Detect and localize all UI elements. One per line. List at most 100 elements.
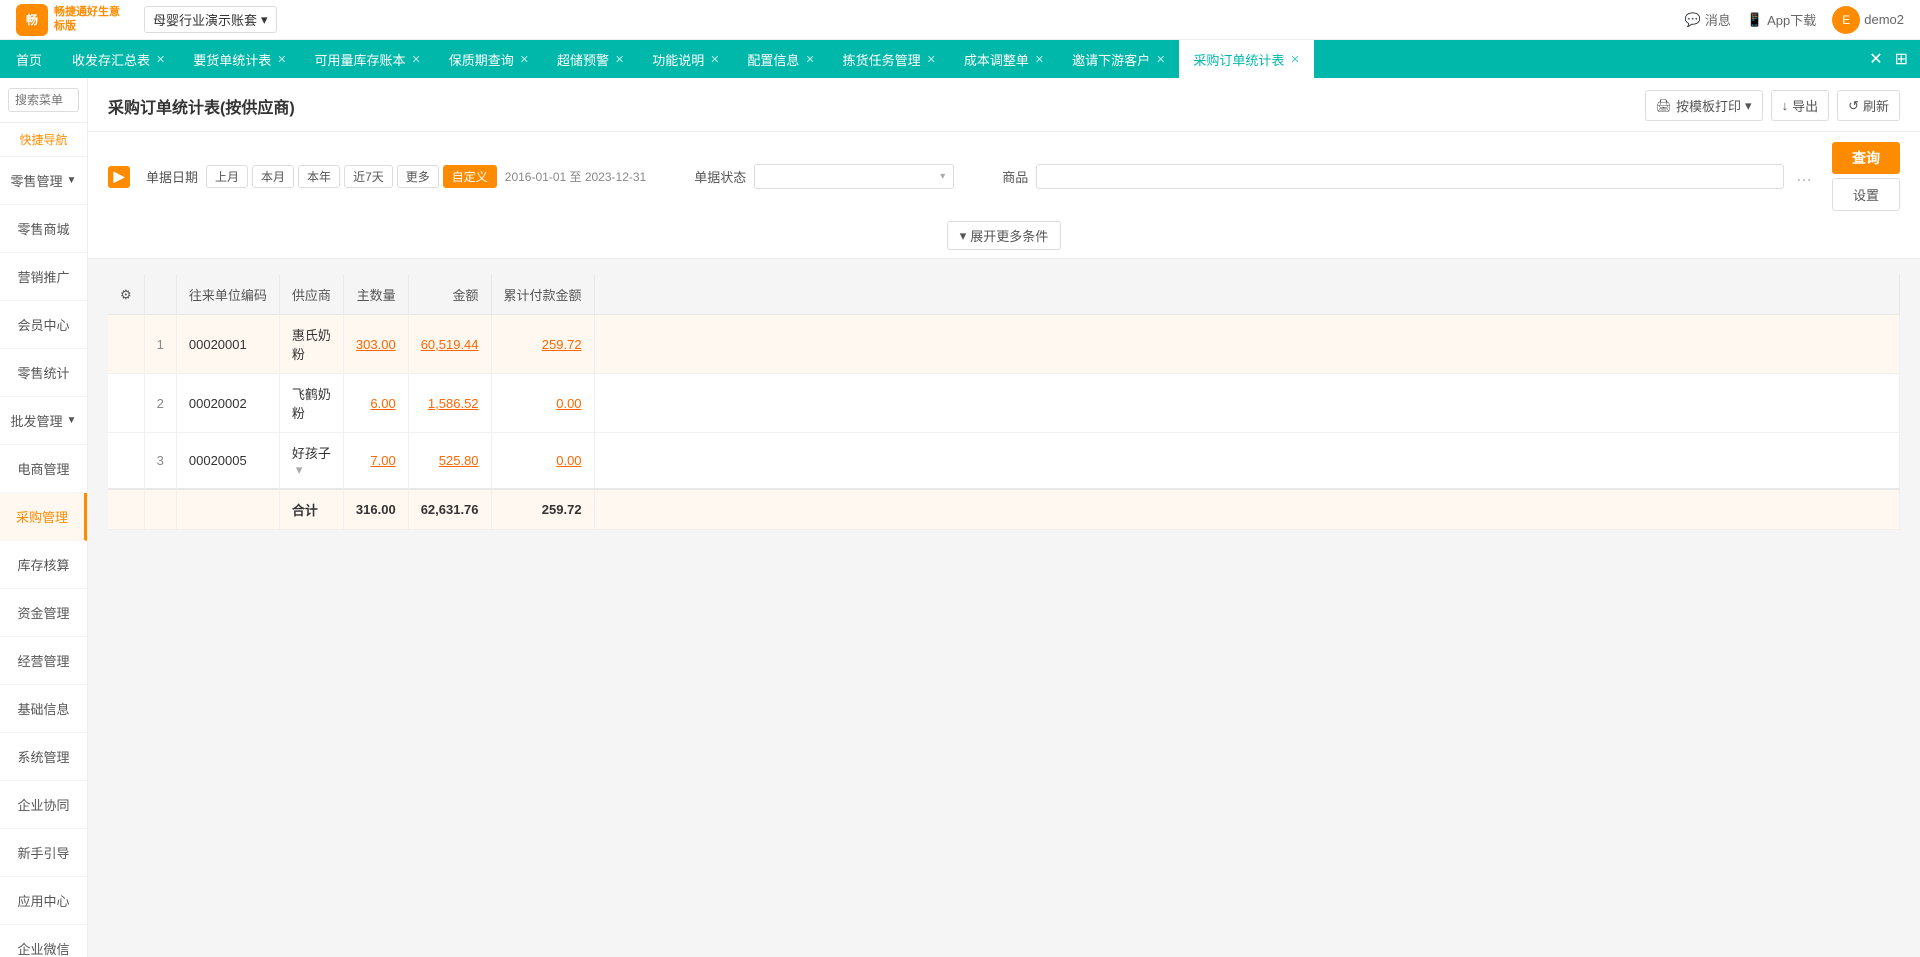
sidebar: 快捷导航 零售管理 ▼ 零售商城 营销推广 会员中心 零售统计 批发管理 ▼ 电… (0, 78, 88, 957)
status-select[interactable] (763, 169, 936, 184)
sidebar-item-retail-management[interactable]: 零售管理 ▼ (0, 157, 87, 205)
tab-invite-customer[interactable]: 邀请下游客户 ✕ (1058, 40, 1179, 78)
tab-expiry-query[interactable]: 保质期查询 ✕ (435, 40, 543, 78)
close-icon[interactable]: ✕ (615, 53, 624, 66)
qty-link-2[interactable]: 6.00 (370, 396, 395, 411)
sidebar-item-quick-nav[interactable]: 快捷导航 (0, 123, 87, 157)
nav-end-actions: ✕ ⊞ (1865, 45, 1920, 73)
row-amount-3[interactable]: 525.80 (408, 433, 491, 490)
date-shortcut-last-7-days[interactable]: 近7天 (344, 165, 393, 188)
nav-close-btn[interactable]: ✕ (1865, 45, 1886, 73)
sidebar-item-member-center[interactable]: 会员中心 (0, 301, 87, 349)
settings-icon[interactable]: ⚙ (120, 287, 132, 302)
settings-button[interactable]: 设置 (1832, 178, 1900, 211)
query-button[interactable]: 查询 (1832, 142, 1900, 174)
sidebar-item-operations[interactable]: 经营管理 (0, 637, 87, 685)
tab-function-desc[interactable]: 功能说明 ✕ (638, 40, 733, 78)
tab-cost-adjust[interactable]: 成本调整单 ✕ (950, 40, 1058, 78)
chevron-down-icon: ▼ (67, 415, 77, 426)
sidebar-item-basic-info[interactable]: 基础信息 (0, 685, 87, 733)
sidebar-item-marketing[interactable]: 营销推广 (0, 253, 87, 301)
message-button[interactable]: 💬 消息 (1685, 10, 1731, 29)
template-print-button[interactable]: 🖨 按模板打印 ▾ (1645, 90, 1763, 121)
row-qty-2[interactable]: 6.00 (343, 374, 408, 433)
close-icon[interactable]: ✕ (1156, 53, 1165, 66)
user-area[interactable]: E demo2 (1832, 6, 1904, 34)
expand-more-conditions-button[interactable]: ▾ 展开更多条件 (947, 221, 1062, 250)
sidebar-item-retail-stats[interactable]: 零售统计 (0, 349, 87, 397)
close-icon[interactable]: ✕ (805, 53, 814, 66)
date-shortcut-custom[interactable]: 自定义 (443, 165, 497, 188)
row-paid-2[interactable]: 0.00 (491, 374, 594, 433)
sidebar-item-stock-check[interactable]: 库存核算 (0, 541, 87, 589)
date-shortcut-more[interactable]: 更多 (397, 165, 439, 188)
goods-filter-group: 商品 … (1002, 164, 1816, 189)
close-icon[interactable]: ✕ (710, 53, 719, 66)
goods-input[interactable] (1036, 164, 1784, 189)
sidebar-item-app-center[interactable]: 应用中心 (0, 877, 87, 925)
table-footer: 合计 316.00 62,631.76 259.72 (108, 489, 1900, 530)
export-button[interactable]: ↓ 导出 (1771, 90, 1830, 121)
tab-home[interactable]: 首页 (0, 40, 58, 78)
column-header-extra (594, 275, 1899, 315)
row-paid-3[interactable]: 0.00 (491, 433, 594, 490)
footer-qty: 316.00 (343, 489, 408, 530)
status-filter-group: 单据状态 ▾ (694, 164, 954, 189)
row-paid-1[interactable]: 259.72 (491, 315, 594, 374)
qty-link-3[interactable]: 7.00 (370, 453, 395, 468)
expand-btn-label: 展开更多条件 (970, 226, 1048, 245)
row-qty-3[interactable]: 7.00 (343, 433, 408, 490)
row-supplier-3: 好孩子 ▾ (279, 433, 343, 490)
account-selector[interactable]: 母婴行业演示账套 ▾ (144, 6, 277, 33)
paid-link-3[interactable]: 0.00 (556, 453, 581, 468)
sidebar-item-ecommerce[interactable]: 电商管理 (0, 445, 87, 493)
sidebar-item-system-management[interactable]: 系统管理 (0, 733, 87, 781)
search-input[interactable] (8, 88, 79, 112)
table-row: 2 00020002 飞鹤奶粉 6.00 1,586.52 0.00 (108, 374, 1900, 433)
sidebar-item-enterprise-wechat[interactable]: 企业微信 (0, 925, 87, 957)
paid-link-2[interactable]: 0.00 (556, 396, 581, 411)
close-icon[interactable]: ✕ (412, 53, 421, 66)
nav-expand-btn[interactable]: ⊞ (1891, 45, 1912, 73)
tab-receipt-summary[interactable]: 收发存汇总表 ✕ (58, 40, 179, 78)
tab-purchase-order-stats[interactable]: 采购订单统计表 ✕ (1179, 40, 1313, 78)
tab-overstock-warning[interactable]: 超储预警 ✕ (543, 40, 638, 78)
qty-link-1[interactable]: 303.00 (356, 337, 396, 352)
main-layout: 快捷导航 零售管理 ▼ 零售商城 营销推广 会员中心 零售统计 批发管理 ▼ 电… (0, 78, 1920, 957)
amount-link-3[interactable]: 525.80 (439, 453, 479, 468)
sidebar-item-finance-management[interactable]: 资金管理 (0, 589, 87, 637)
filter-toggle-btn[interactable]: ▶ (108, 166, 130, 188)
sidebar-item-purchase-management[interactable]: 采购管理 (0, 493, 87, 541)
sidebar-item-wholesale-management[interactable]: 批发管理 ▼ (0, 397, 87, 445)
username-label: demo2 (1864, 12, 1904, 27)
close-icon[interactable]: ✕ (1035, 53, 1044, 66)
status-select-wrapper[interactable]: ▾ (754, 164, 954, 189)
tab-pick-task[interactable]: 拣货任务管理 ✕ (829, 40, 950, 78)
row-supplier-2: 飞鹤奶粉 (279, 374, 343, 433)
tab-config-info[interactable]: 配置信息 ✕ (733, 40, 828, 78)
sidebar-item-retail-mall[interactable]: 零售商城 (0, 205, 87, 253)
sidebar-item-new-user-guide[interactable]: 新手引导 (0, 829, 87, 877)
date-shortcut-this-year[interactable]: 本年 (298, 165, 340, 188)
footer-row: 合计 316.00 62,631.76 259.72 (108, 489, 1900, 530)
row-amount-1[interactable]: 60,519.44 (408, 315, 491, 374)
amount-link-2[interactable]: 1,586.52 (428, 396, 479, 411)
app-download-button[interactable]: 📱 App下载 (1747, 10, 1816, 29)
chevron-down-icon: ▼ (67, 175, 77, 186)
sidebar-item-enterprise-collab[interactable]: 企业协同 (0, 781, 87, 829)
paid-link-1[interactable]: 259.72 (542, 337, 582, 352)
close-icon[interactable]: ✕ (156, 53, 165, 66)
row-qty-1[interactable]: 303.00 (343, 315, 408, 374)
more-options-icon[interactable]: … (1792, 168, 1816, 186)
refresh-button[interactable]: ↺ 刷新 (1837, 90, 1900, 121)
row-amount-2[interactable]: 1,586.52 (408, 374, 491, 433)
close-icon[interactable]: ✕ (927, 53, 936, 66)
tab-available-stock[interactable]: 可用量库存账本 ✕ (300, 40, 434, 78)
date-shortcut-this-month[interactable]: 本月 (252, 165, 294, 188)
date-shortcut-last-month[interactable]: 上月 (206, 165, 248, 188)
close-icon[interactable]: ✕ (277, 53, 286, 66)
tab-order-stats[interactable]: 要货单统计表 ✕ (179, 40, 300, 78)
close-icon[interactable]: ✕ (520, 53, 529, 66)
close-icon[interactable]: ✕ (1290, 53, 1299, 66)
amount-link-1[interactable]: 60,519.44 (421, 337, 479, 352)
